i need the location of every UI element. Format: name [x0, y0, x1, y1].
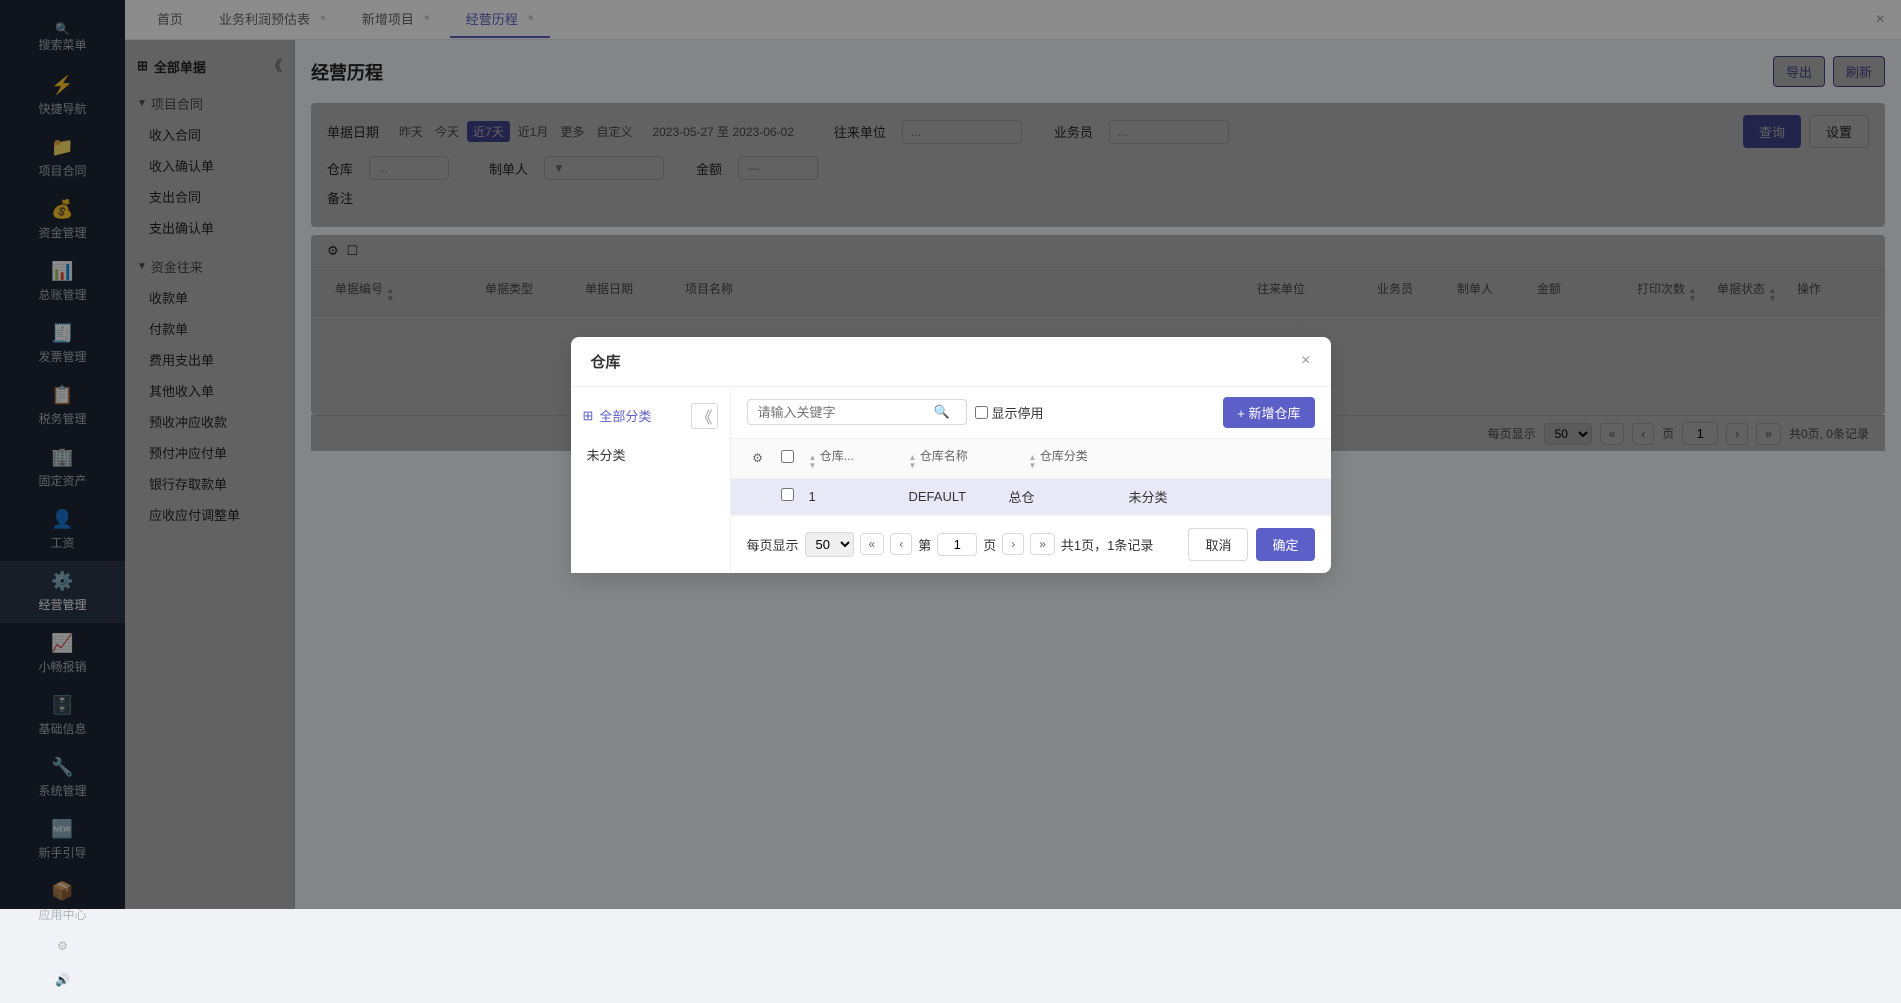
- show-disabled-input[interactable]: [975, 406, 988, 419]
- col-warehouse-category: ▲▼ 仓库分类: [1023, 447, 1319, 470]
- sort-icon: ▲▼: [1029, 449, 1037, 463]
- modal-first-page[interactable]: «: [860, 533, 885, 555]
- modal-footer-btns: 取消 确定: [1188, 528, 1314, 561]
- modal-last-page[interactable]: »: [1030, 533, 1055, 555]
- warehouse-modal: 仓库 × ⊞ 全部分类 《 未分类 🔍: [571, 337, 1331, 573]
- modal-all-categories[interactable]: ⊞ 全部分类 《: [571, 395, 730, 437]
- settings-bottom-item[interactable]: ⚙: [0, 933, 125, 959]
- modal-title-text: 仓库: [591, 351, 621, 372]
- modal-page-size-select[interactable]: 50: [805, 532, 854, 557]
- col-warehouse-name: ▲▼ 仓库名称: [903, 447, 1023, 470]
- show-disabled-checkbox[interactable]: 显示停用: [975, 403, 1044, 422]
- modal-left-panel: ⊞ 全部分类 《 未分类: [571, 387, 731, 573]
- collapse-panel-btn[interactable]: 《: [691, 403, 717, 429]
- modal-search-icon[interactable]: 🔍: [934, 404, 950, 420]
- modal-pagination: 每页显示 50 « ‹ 第 页 › » 共1页，1条记录: [747, 532, 1154, 557]
- add-warehouse-button[interactable]: + 新增仓库: [1223, 397, 1314, 428]
- row-code-value: DEFAULT: [903, 489, 1003, 504]
- modal-table: ⚙ ▲▼ 仓库... ▲▼ 仓库名称: [731, 439, 1331, 515]
- all-categories-label: 全部分类: [599, 406, 651, 425]
- modal-total-text: 共1页，1条记录: [1061, 535, 1153, 554]
- modal-page-size-label: 每页显示: [747, 535, 799, 554]
- modal-search-input[interactable]: [758, 405, 928, 420]
- cancel-button[interactable]: 取消: [1188, 528, 1248, 561]
- modal-page-input[interactable]: [937, 533, 977, 556]
- modal-body: ⊞ 全部分类 《 未分类 🔍 显示停用: [571, 387, 1331, 573]
- confirm-button[interactable]: 确定: [1256, 528, 1314, 561]
- sort-icon: ▲▼: [809, 449, 817, 463]
- modal-left-unclassified[interactable]: 未分类: [571, 437, 730, 472]
- sort-icon: ▲▼: [909, 449, 917, 463]
- row-checkbox[interactable]: [781, 488, 794, 501]
- row-category: 未分类: [1123, 487, 1319, 506]
- modal-close-button[interactable]: ×: [1301, 352, 1310, 370]
- row-code: 1: [803, 489, 903, 504]
- modal-table-row[interactable]: 1 DEFAULT 总仓 未分类: [731, 479, 1331, 515]
- modal-prev-page[interactable]: ‹: [890, 533, 912, 555]
- modal-right-panel: 🔍 显示停用 + 新增仓库 ⚙: [731, 387, 1331, 573]
- col-check-all: [773, 450, 803, 466]
- sidebar-bottom: ⚙ 🔊: [0, 933, 125, 1003]
- gear-icon[interactable]: ⚙: [752, 451, 763, 465]
- modal-footer: 每页显示 50 « ‹ 第 页 › » 共1页，1条记录: [731, 515, 1331, 573]
- modal-overlay: 仓库 × ⊞ 全部分类 《 未分类 🔍: [0, 0, 1901, 909]
- volume-icon: 🔊: [55, 973, 70, 987]
- modal-toolbar: 🔍 显示停用 + 新增仓库: [731, 387, 1331, 439]
- modal-search-box[interactable]: 🔍: [747, 399, 967, 425]
- row-check[interactable]: [773, 488, 803, 504]
- volume-bottom-item[interactable]: 🔊: [0, 967, 125, 993]
- grid-icon: ⊞: [583, 408, 594, 424]
- col-gear: ⚙: [743, 451, 773, 465]
- modal-header: 仓库 ×: [571, 337, 1331, 387]
- check-all-input[interactable]: [781, 450, 794, 463]
- show-disabled-label: 显示停用: [992, 403, 1044, 422]
- modal-table-header: ⚙ ▲▼ 仓库... ▲▼ 仓库名称: [731, 439, 1331, 479]
- modal-page-label-pre: 第: [918, 535, 931, 554]
- row-name: 总仓: [1003, 487, 1123, 506]
- settings-icon: ⚙: [57, 939, 68, 953]
- col-warehouse-code: ▲▼ 仓库...: [803, 447, 903, 470]
- modal-next-page[interactable]: ›: [1002, 533, 1024, 555]
- modal-page-label: 页: [983, 535, 996, 554]
